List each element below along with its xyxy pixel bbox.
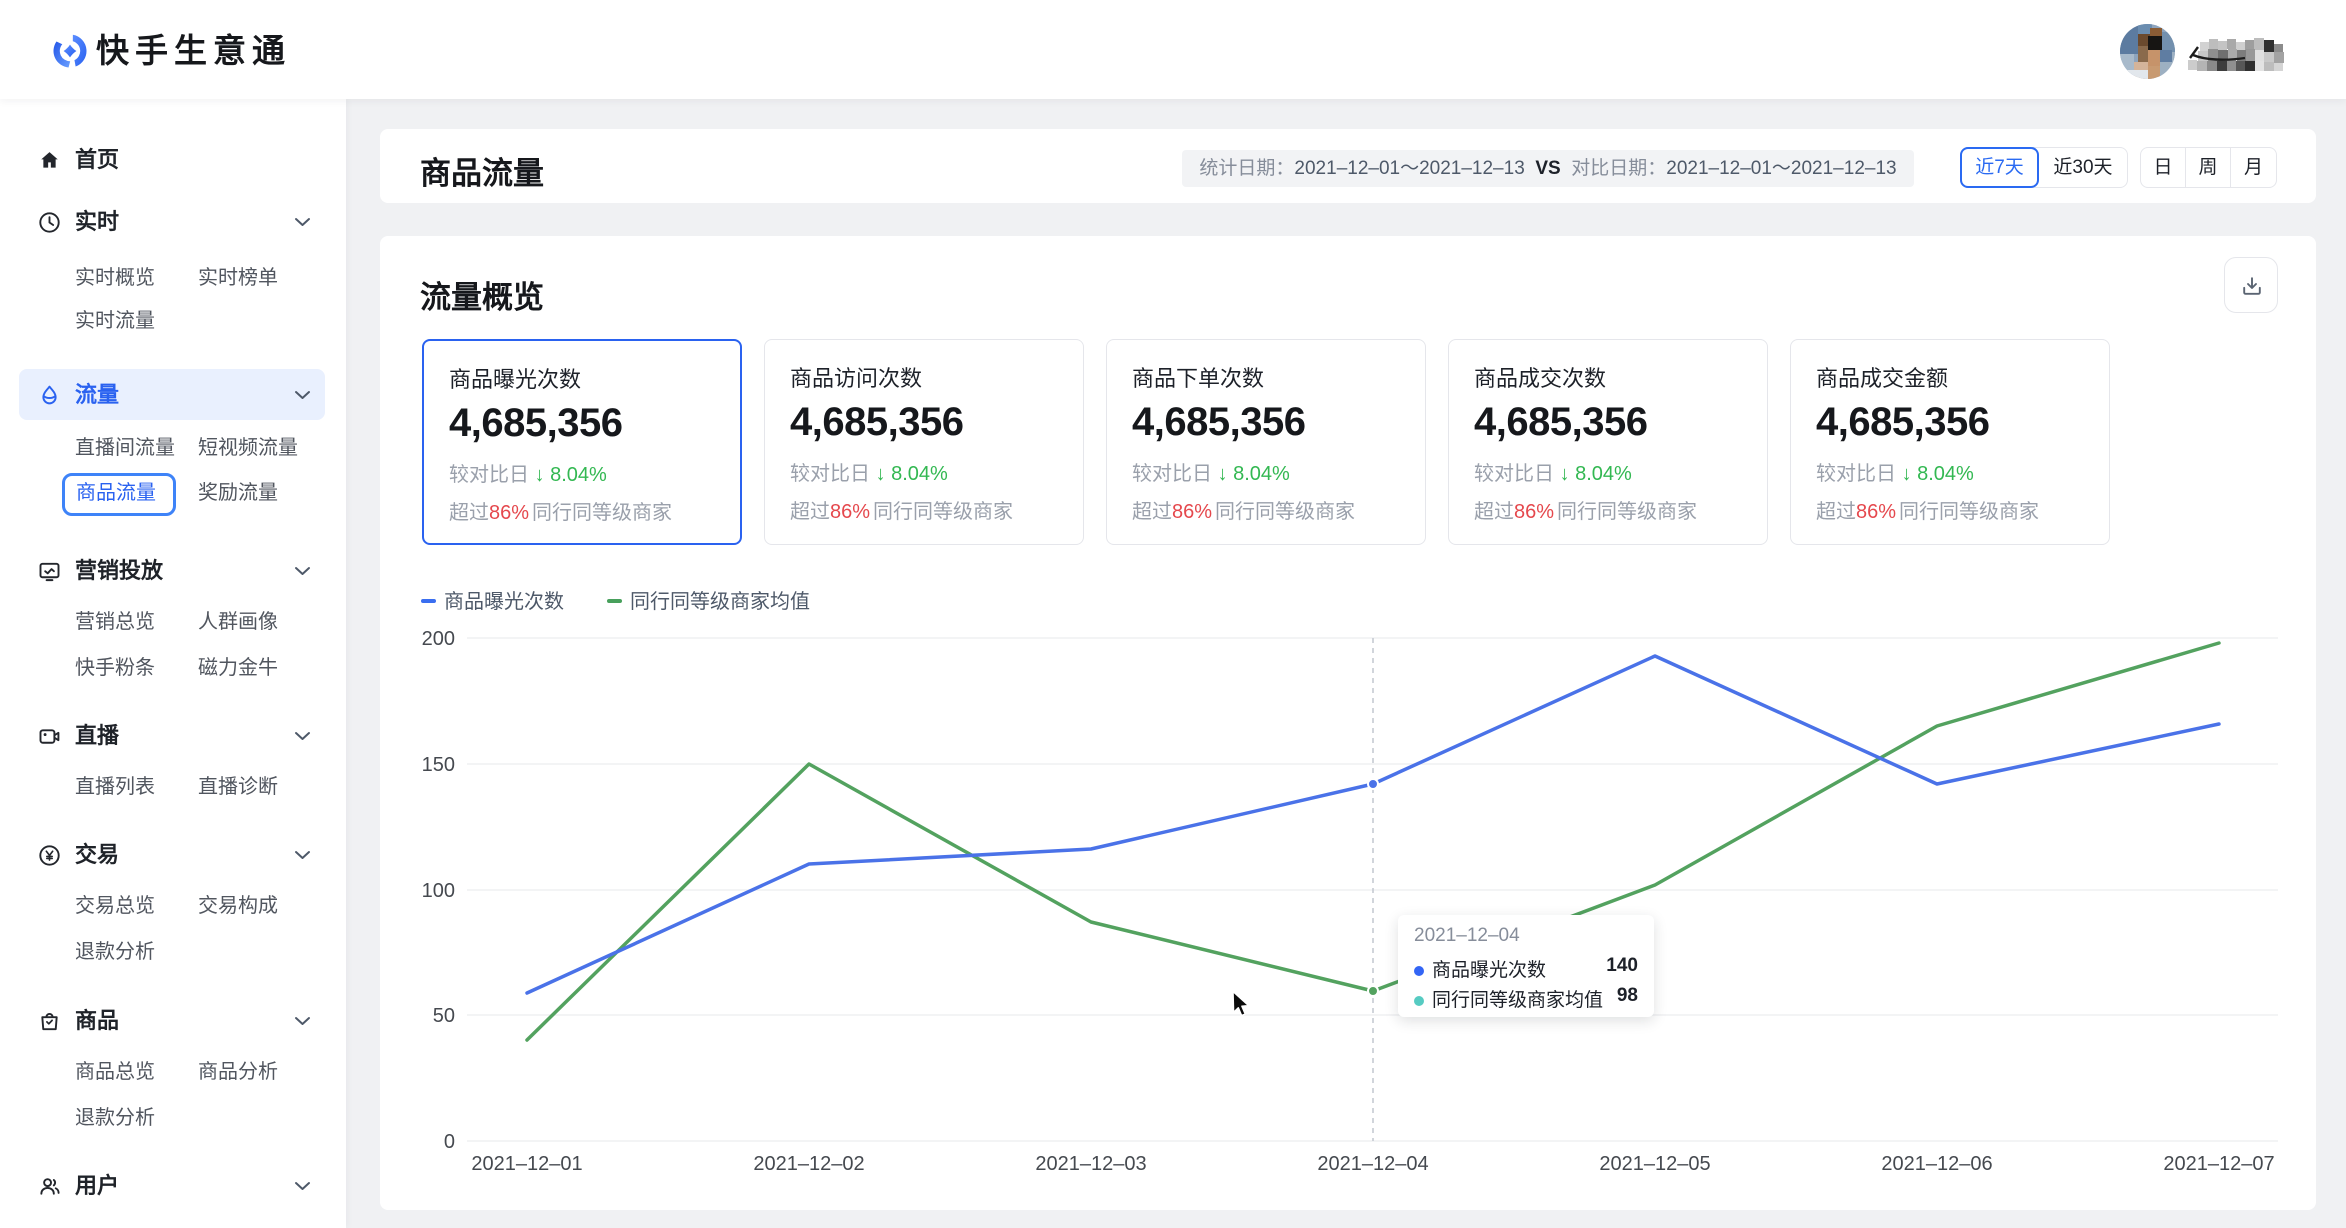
svg-text:2021–12–05: 2021–12–05 <box>1599 1153 1710 1175</box>
svg-text:0: 0 <box>444 1131 455 1153</box>
svg-text:50: 50 <box>433 1005 455 1027</box>
svg-text:100: 100 <box>422 880 455 902</box>
svg-text:2021–12–01: 2021–12–01 <box>471 1153 582 1175</box>
svg-text:2021–12–04: 2021–12–04 <box>1317 1153 1428 1175</box>
svg-text:150: 150 <box>422 754 455 776</box>
svg-text:2021–12–06: 2021–12–06 <box>1881 1153 1992 1175</box>
svg-text:2021–12–02: 2021–12–02 <box>753 1153 864 1175</box>
svg-text:200: 200 <box>422 628 455 650</box>
svg-text:2021–12–07: 2021–12–07 <box>2163 1153 2274 1175</box>
svg-text:2021–12–03: 2021–12–03 <box>1035 1153 1146 1175</box>
